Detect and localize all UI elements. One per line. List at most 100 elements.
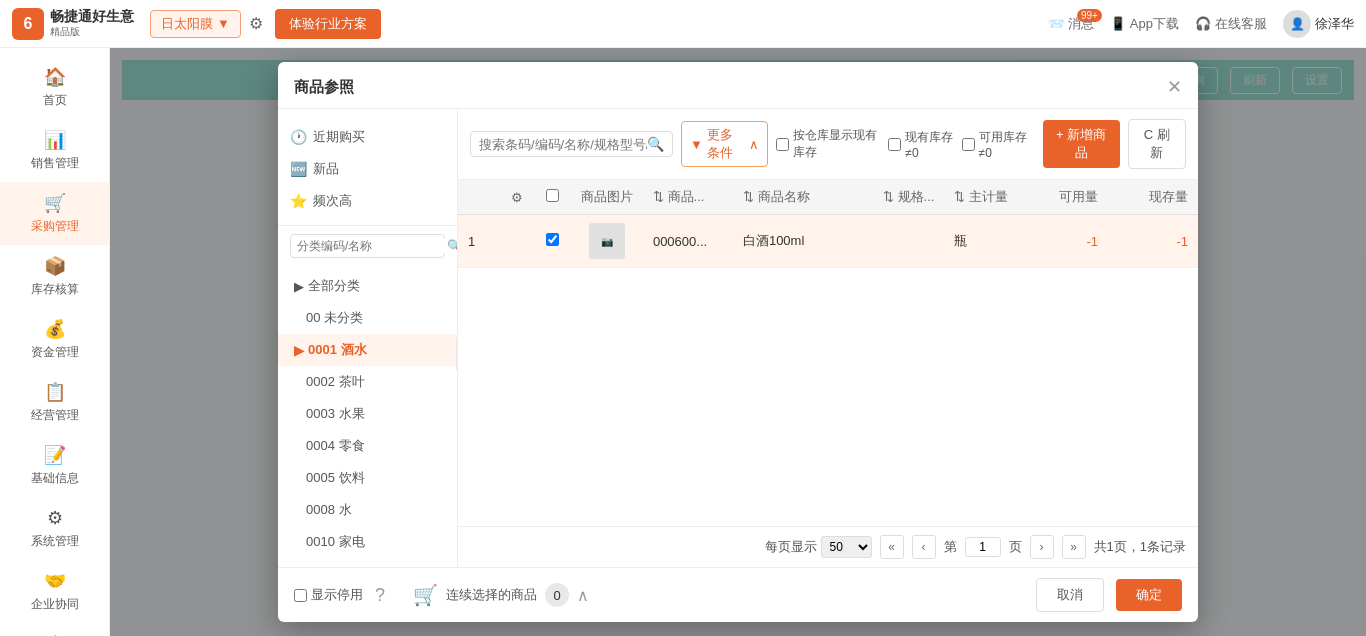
basics-icon: 📝 [44, 444, 66, 466]
first-page-button[interactable]: « [880, 535, 904, 559]
quick-link-new[interactable]: 🆕 新品 [278, 153, 457, 185]
cat-item-water[interactable]: 0008 水 [278, 494, 457, 526]
modal-close-button[interactable]: ✕ [1167, 76, 1182, 98]
cart-count: 0 [545, 583, 569, 607]
cell-code: 000600... [643, 215, 733, 268]
cat-label-liquor: 0001 酒水 [308, 341, 367, 359]
store-selector[interactable]: 日太阳膜 ▼ [150, 10, 241, 38]
quick-link-recent[interactable]: 🕐 近期购买 [278, 121, 457, 153]
usable-filter[interactable]: 可用库存≠0 [962, 129, 1027, 160]
total-info: 共1页，1条记录 [1094, 538, 1186, 556]
finance-icon: 💰 [44, 318, 66, 340]
cat-item-all[interactable]: ▶ 全部分类 [278, 270, 457, 302]
avatar: 👤 [1283, 10, 1311, 38]
service-label: 在线客服 [1215, 15, 1267, 33]
col-header-check[interactable] [535, 180, 571, 215]
sidebar-item-guide[interactable]: 🎓 新手引导 [0, 623, 109, 636]
settings-icon[interactable]: ⚙ [249, 14, 263, 33]
warehouse-checkbox[interactable] [776, 138, 789, 151]
cancel-button[interactable]: 取消 [1036, 578, 1104, 612]
prev-page-button[interactable]: ‹ [912, 535, 936, 559]
cell-stock: -1 [1108, 215, 1198, 268]
user-name: 徐泽华 [1315, 15, 1354, 33]
page-number-input[interactable] [965, 537, 1001, 557]
col-header-code[interactable]: ⇅ 商品... [643, 180, 733, 215]
panel-collapse-button[interactable]: « [456, 338, 458, 370]
cat-item-liquor[interactable]: ▶ 0001 酒水 [278, 334, 457, 366]
col-header-settings[interactable]: ⚙ [499, 180, 535, 215]
cat-item-uncategorized[interactable]: 00 未分类 [278, 302, 457, 334]
trial-button[interactable]: 体验行业方案 [275, 9, 381, 39]
help-icon[interactable]: ? [375, 585, 385, 606]
sidebar-item-purchase[interactable]: 🛒 采购管理 [0, 182, 109, 245]
category-search-box: 🔍 [290, 234, 445, 258]
col-header-spec[interactable]: ⇅ 规格... [873, 180, 944, 215]
sidebar-item-management[interactable]: 📋 经营管理 [0, 371, 109, 434]
sidebar-item-basics[interactable]: 📝 基础信息 [0, 434, 109, 497]
app-download-button[interactable]: 📱 App下载 [1110, 15, 1179, 33]
user-menu[interactable]: 👤 徐泽华 [1283, 10, 1354, 38]
available-checkbox[interactable] [888, 138, 901, 151]
row-checkbox[interactable] [546, 233, 559, 246]
table-row[interactable]: 1 📷 000600... 白酒100ml 瓶 -1 -1 [458, 215, 1198, 268]
cat-label-snack: 0004 零食 [294, 437, 365, 455]
inventory-icon: 📦 [44, 255, 66, 277]
cat-item-snack[interactable]: 0004 零食 [278, 430, 457, 462]
col-header-name[interactable]: ⇅ 商品名称 [733, 180, 873, 215]
category-search-input[interactable] [297, 239, 447, 253]
cart-label: 连续选择的商品 [446, 586, 537, 604]
sort-spec-icon: ⇅ [883, 189, 894, 204]
product-search-icon[interactable]: 🔍 [647, 136, 664, 152]
next-page-button[interactable]: › [1030, 535, 1054, 559]
system-icon: ⚙ [47, 507, 63, 529]
sidebar-item-system[interactable]: ⚙ 系统管理 [0, 497, 109, 560]
cat-item-fruit[interactable]: 0003 水果 [278, 398, 457, 430]
cat-label-fruit: 0003 水果 [294, 405, 365, 423]
show-disabled-check[interactable]: 显示停用 [294, 586, 363, 604]
col-code-label: 商品... [668, 189, 705, 204]
col-header-avail: 可用量 [1018, 180, 1108, 215]
quick-links: 🕐 近期购买 🆕 新品 ⭐ 频次高 [278, 117, 457, 221]
category-search-icon[interactable]: 🔍 [447, 239, 458, 253]
sidebar-label-purchase: 采购管理 [31, 218, 79, 235]
cat-label-tea: 0002 茶叶 [294, 373, 365, 391]
message-badge: 99+ [1077, 9, 1102, 22]
col-header-unit[interactable]: ⇅ 主计量 [944, 180, 1018, 215]
cat-item-tea[interactable]: 0002 茶叶 [278, 366, 457, 398]
cell-check[interactable] [535, 215, 571, 268]
main-layout: 🏠 首页 📊 销售管理 🛒 采购管理 📦 库存核算 💰 资金管理 📋 经营管理 … [0, 48, 1366, 636]
last-page-button[interactable]: » [1062, 535, 1086, 559]
sidebar-item-sales[interactable]: 📊 销售管理 [0, 119, 109, 182]
pagination: 每页显示 50 20 100 « ‹ 第 页 [458, 526, 1198, 567]
online-service-button[interactable]: 🎧 在线客服 [1195, 15, 1267, 33]
message-button[interactable]: 📨 消息 99+ [1048, 15, 1094, 33]
cart-collapse-icon[interactable]: ∧ [577, 586, 589, 605]
available-filter[interactable]: 现有库存≠0 [888, 129, 953, 160]
page-suffix: 页 [1009, 538, 1022, 556]
sidebar-item-finance[interactable]: 💰 资金管理 [0, 308, 109, 371]
management-icon: 📋 [44, 381, 66, 403]
quick-link-frequent[interactable]: ⭐ 频次高 [278, 185, 457, 217]
per-page-label: 每页显示 [765, 538, 817, 556]
sidebar-item-enterprise[interactable]: 🤝 企业协同 [0, 560, 109, 623]
left-panel: 🕐 近期购买 🆕 新品 ⭐ 频次高 [278, 109, 458, 567]
cat-item-beverage[interactable]: 0005 饮料 [278, 462, 457, 494]
warehouse-filter[interactable]: 按仓库显示现有库存 [776, 127, 880, 161]
show-disabled-checkbox[interactable] [294, 589, 307, 602]
product-search-input[interactable] [479, 137, 647, 152]
refresh-button[interactable]: C 刷新 [1128, 119, 1187, 169]
usable-checkbox[interactable] [962, 138, 975, 151]
product-search-box: 🔍 [470, 131, 673, 157]
warehouse-filter-label: 按仓库显示现有库存 [793, 127, 880, 161]
sidebar-item-home[interactable]: 🏠 首页 [0, 56, 109, 119]
select-all-checkbox[interactable] [546, 189, 559, 202]
per-page-select[interactable]: 50 20 100 [821, 536, 872, 558]
add-product-button[interactable]: + 新增商品 [1043, 120, 1120, 168]
sidebar-item-inventory[interactable]: 📦 库存核算 [0, 245, 109, 308]
cat-item-appliance[interactable]: 0010 家电 [278, 526, 457, 558]
confirm-button[interactable]: 确定 [1116, 579, 1182, 611]
sidebar-label-system: 系统管理 [31, 533, 79, 550]
col-header-index [458, 180, 499, 215]
more-filter-button[interactable]: ▼ 更多条件 ∧ [681, 121, 768, 167]
cart-icon: 🛒 [413, 583, 438, 607]
